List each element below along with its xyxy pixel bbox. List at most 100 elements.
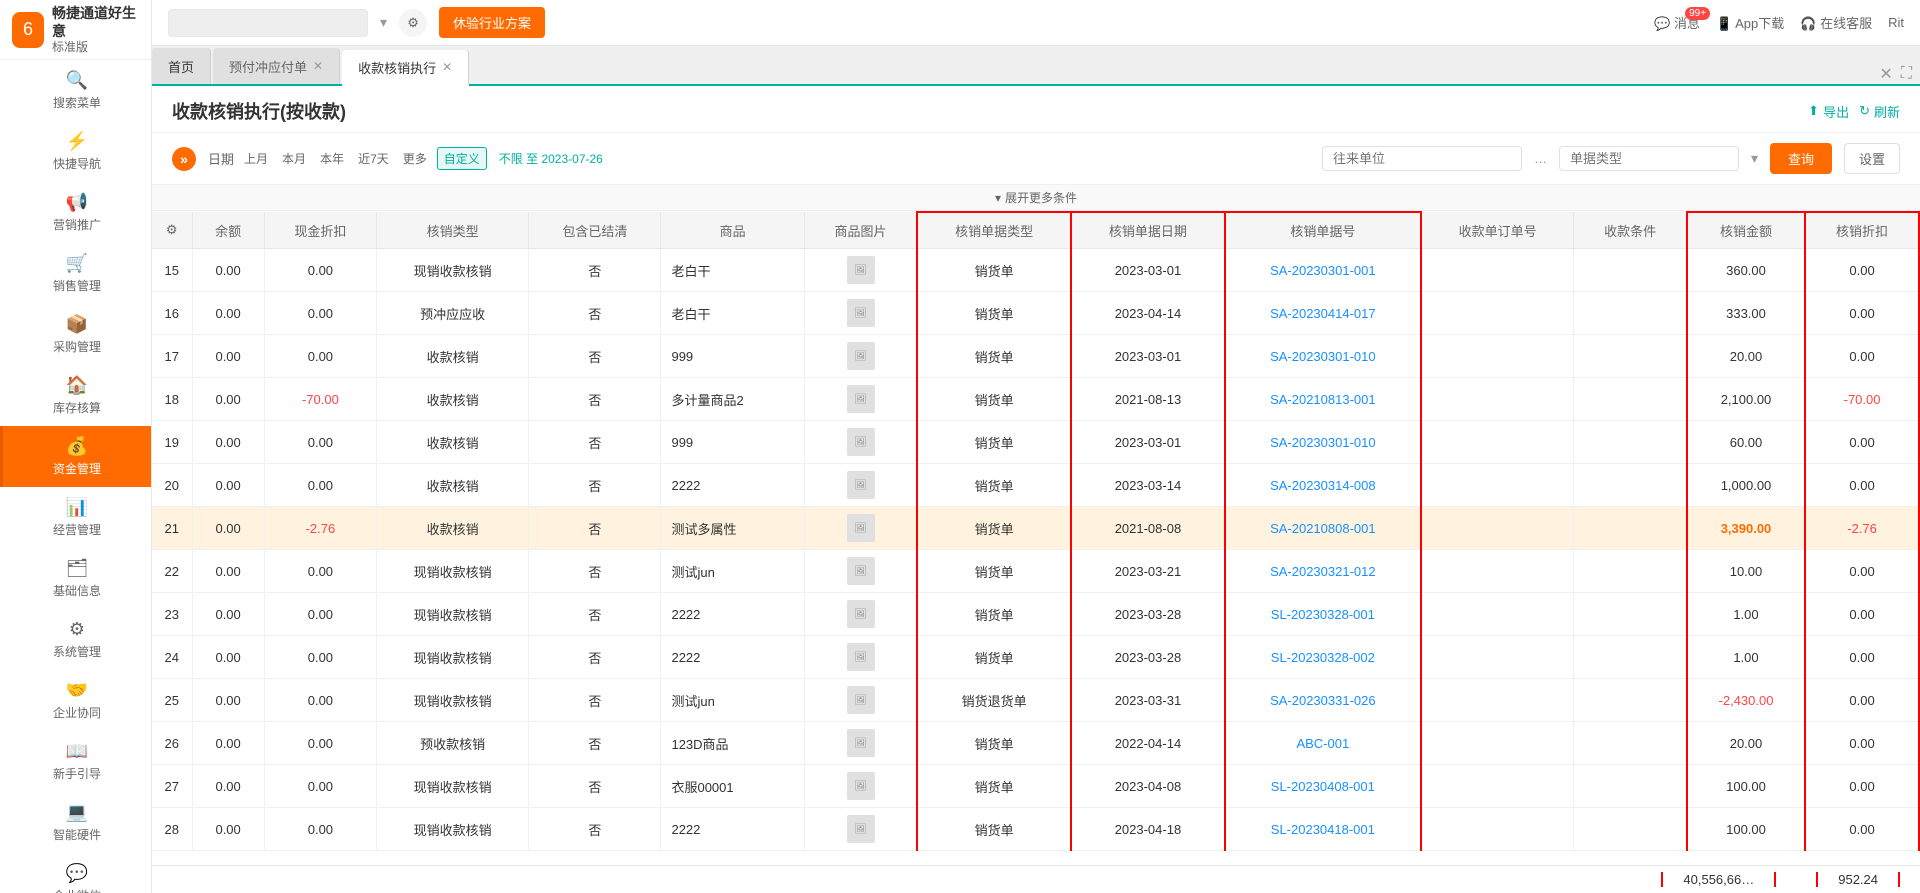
sidebar-item-wechat[interactable]: 💬企业微信 xyxy=(0,853,151,893)
sidebar-item-search[interactable]: 🔍搜索菜单 xyxy=(0,60,151,121)
table-body: 15 0.00 0.00 现销收款核销 否 老白干 🖼 销货单 2023-03-… xyxy=(152,249,1919,851)
export-btn[interactable]: ⬆ 导出 xyxy=(1808,102,1849,121)
collab-icon: 🤝 xyxy=(66,680,88,701)
partner-input[interactable] xyxy=(1322,146,1522,171)
cell-cancel-no[interactable]: SA-20210808-001 xyxy=(1225,507,1421,550)
sidebar-label-sales: 销售管理 xyxy=(53,277,101,294)
sidebar-item-basic[interactable]: 🗂基础信息 xyxy=(0,548,151,609)
settings-btn[interactable]: 设置 xyxy=(1844,143,1900,174)
query-btn[interactable]: 查询 xyxy=(1770,143,1832,174)
cell-goods-image: 🖼 xyxy=(804,378,917,421)
tab-prepay-close[interactable]: ✕ xyxy=(313,59,323,73)
col-cash-discount: 现金折扣 xyxy=(264,212,376,249)
cell-cancel-amount: 2,100.00 xyxy=(1687,378,1805,421)
cell-cancel-no[interactable]: SA-20230331-026 xyxy=(1225,679,1421,722)
cell-cancel-amount: 1,000.00 xyxy=(1687,464,1805,507)
col-balance: 余额 xyxy=(192,212,264,249)
basic-icon: 🗂 xyxy=(66,558,89,579)
cell-balance: 0.00 xyxy=(192,593,264,636)
online-service[interactable]: 🎧 在线客服 xyxy=(1800,13,1872,32)
cell-cancel-no[interactable]: SA-20230321-012 xyxy=(1225,550,1421,593)
date-range-display: 不限 至 2023-07-26 xyxy=(499,150,603,167)
cell-goods: 测试多属性 xyxy=(661,507,804,550)
cell-cancel-no[interactable]: SA-20230301-001 xyxy=(1225,249,1421,292)
cell-cancel-amount: 20.00 xyxy=(1687,335,1805,378)
industry-btn[interactable]: 休验行业方案 xyxy=(439,7,545,38)
cell-goods-image: 🖼 xyxy=(804,679,917,722)
sidebar-item-sales[interactable]: 🛒 销售管理 xyxy=(0,243,151,304)
filter-date-group: 日期 上月 本月 本年 近7天 更多 自定义 xyxy=(208,147,487,170)
cell-cancel-no[interactable]: SL-20230328-001 xyxy=(1225,593,1421,636)
cell-cancel-date: 2023-03-14 xyxy=(1071,464,1225,507)
window-close-btn[interactable]: ✕ xyxy=(1879,64,1892,84)
cell-receipt-condition xyxy=(1574,464,1687,507)
col-cancel-no: 核销单据号 xyxy=(1225,212,1421,249)
cell-cancel-no[interactable]: SA-20230301-010 xyxy=(1225,335,1421,378)
page-header: 收款核销执行(按收款) ⬆ 导出 ↻ 刷新 xyxy=(152,86,1920,133)
tab-home[interactable]: 首页 xyxy=(152,48,211,84)
message-area[interactable]: 💬 消息 99+ xyxy=(1654,13,1700,32)
sidebar-item-purchase[interactable]: 📦采购管理 xyxy=(0,304,151,365)
refresh-btn[interactable]: ↻ 刷新 xyxy=(1859,102,1900,121)
date-btn-custom[interactable]: 自定义 xyxy=(437,147,487,170)
sidebar-item-finance[interactable]: 💰资金管理 xyxy=(0,426,151,487)
tab-receipt[interactable]: 收款核销执行 ✕ xyxy=(342,50,469,86)
sidebar-item-quick[interactable]: ⚡快捷导航 xyxy=(0,121,151,182)
sidebar-item-guide[interactable]: 📖新手引导 xyxy=(0,731,151,792)
cell-cancel-no[interactable]: SL-20230418-001 xyxy=(1225,808,1421,851)
table-row: 26 0.00 0.00 预收款核销 否 123D商品 🖼 销货单 2022-0… xyxy=(152,722,1919,765)
cell-cancel-no[interactable]: SA-20230414-017 xyxy=(1225,292,1421,335)
table-row: 18 0.00 -70.00 收款核销 否 多计量商品2 🖼 销货单 2021-… xyxy=(152,378,1919,421)
voucher-type-input[interactable] xyxy=(1559,146,1739,171)
sidebar-item-hardware[interactable]: 💻智能硬件 xyxy=(0,792,151,853)
cell-goods: 多计量商品2 xyxy=(661,378,804,421)
expand-more-bar[interactable]: ▾ 展开更多条件 xyxy=(152,185,1920,211)
cell-cancel-amount: -2,430.00 xyxy=(1687,679,1805,722)
cell-cash-discount: 0.00 xyxy=(264,421,376,464)
cell-cancel-no[interactable]: SA-20230301-010 xyxy=(1225,421,1421,464)
date-btn-this-month[interactable]: 本月 xyxy=(278,148,310,169)
cell-balance: 0.00 xyxy=(192,636,264,679)
sidebar-item-operation[interactable]: 📊经营管理 xyxy=(0,487,151,548)
cell-receipt-order-no xyxy=(1421,249,1574,292)
user-area[interactable]: Rit xyxy=(1888,15,1904,30)
sales-icon: 🛒 xyxy=(66,253,88,274)
sidebar-item-system[interactable]: ⚙系统管理 xyxy=(0,609,151,670)
sidebar-item-collab[interactable]: 🤝企业协同 xyxy=(0,670,151,731)
app-download[interactable]: 📱 App下载 xyxy=(1716,13,1784,32)
settings-icon[interactable]: ⚙ xyxy=(399,9,427,37)
filter-expand-btn[interactable]: » xyxy=(172,147,196,171)
cell-cancel-type: 现销收款核销 xyxy=(377,550,529,593)
cell-cancel-no[interactable]: SA-20210813-001 xyxy=(1225,378,1421,421)
date-btn-this-year[interactable]: 本年 xyxy=(316,148,348,169)
cell-cancel-no[interactable]: SL-20230328-002 xyxy=(1225,636,1421,679)
search-icon: 🔍 xyxy=(66,70,88,91)
window-expand-btn[interactable]: ⛶ xyxy=(1901,65,1912,83)
col-settings[interactable]: ⚙ xyxy=(152,212,192,249)
service-icon: 🎧 xyxy=(1800,16,1816,31)
cell-cancel-no[interactable]: SL-20230408-001 xyxy=(1225,765,1421,808)
tab-prepay[interactable]: 预付冲应付单 ✕ xyxy=(213,48,340,84)
tab-receipt-close[interactable]: ✕ xyxy=(442,60,452,74)
cell-cancel-voucher-type: 销货单 xyxy=(917,593,1071,636)
cell-include-settled: 否 xyxy=(529,378,661,421)
sidebar-item-inventory[interactable]: 🏠库存核算 xyxy=(0,365,151,426)
dropdown-icon[interactable]: ▾ xyxy=(380,14,387,31)
cell-cancel-voucher-type: 销货单 xyxy=(917,335,1071,378)
cell-cancel-date: 2023-03-31 xyxy=(1071,679,1225,722)
cell-cash-discount: 0.00 xyxy=(264,636,376,679)
cell-receipt-condition xyxy=(1574,679,1687,722)
date-btn-7days[interactable]: 近7天 xyxy=(354,148,393,169)
sidebar-item-marketing[interactable]: 📢营销推广 xyxy=(0,182,151,243)
cell-num: 21 xyxy=(152,507,192,550)
date-btn-more[interactable]: 更多 xyxy=(399,148,431,169)
cell-cash-discount: 0.00 xyxy=(264,593,376,636)
cell-cancel-no[interactable]: SA-20230314-008 xyxy=(1225,464,1421,507)
cell-cancel-date: 2023-04-08 xyxy=(1071,765,1225,808)
date-btn-last-month[interactable]: 上月 xyxy=(240,148,272,169)
voucher-type-dropdown-icon[interactable]: ▾ xyxy=(1751,150,1758,167)
cell-receipt-order-no xyxy=(1421,808,1574,851)
cell-num: 22 xyxy=(152,550,192,593)
topbar: ▾ ⚙ 休验行业方案 💬 消息 99+ 📱 App下载 🎧 在线客服 Rit xyxy=(152,0,1920,46)
cell-cancel-no[interactable]: ABC-001 xyxy=(1225,722,1421,765)
